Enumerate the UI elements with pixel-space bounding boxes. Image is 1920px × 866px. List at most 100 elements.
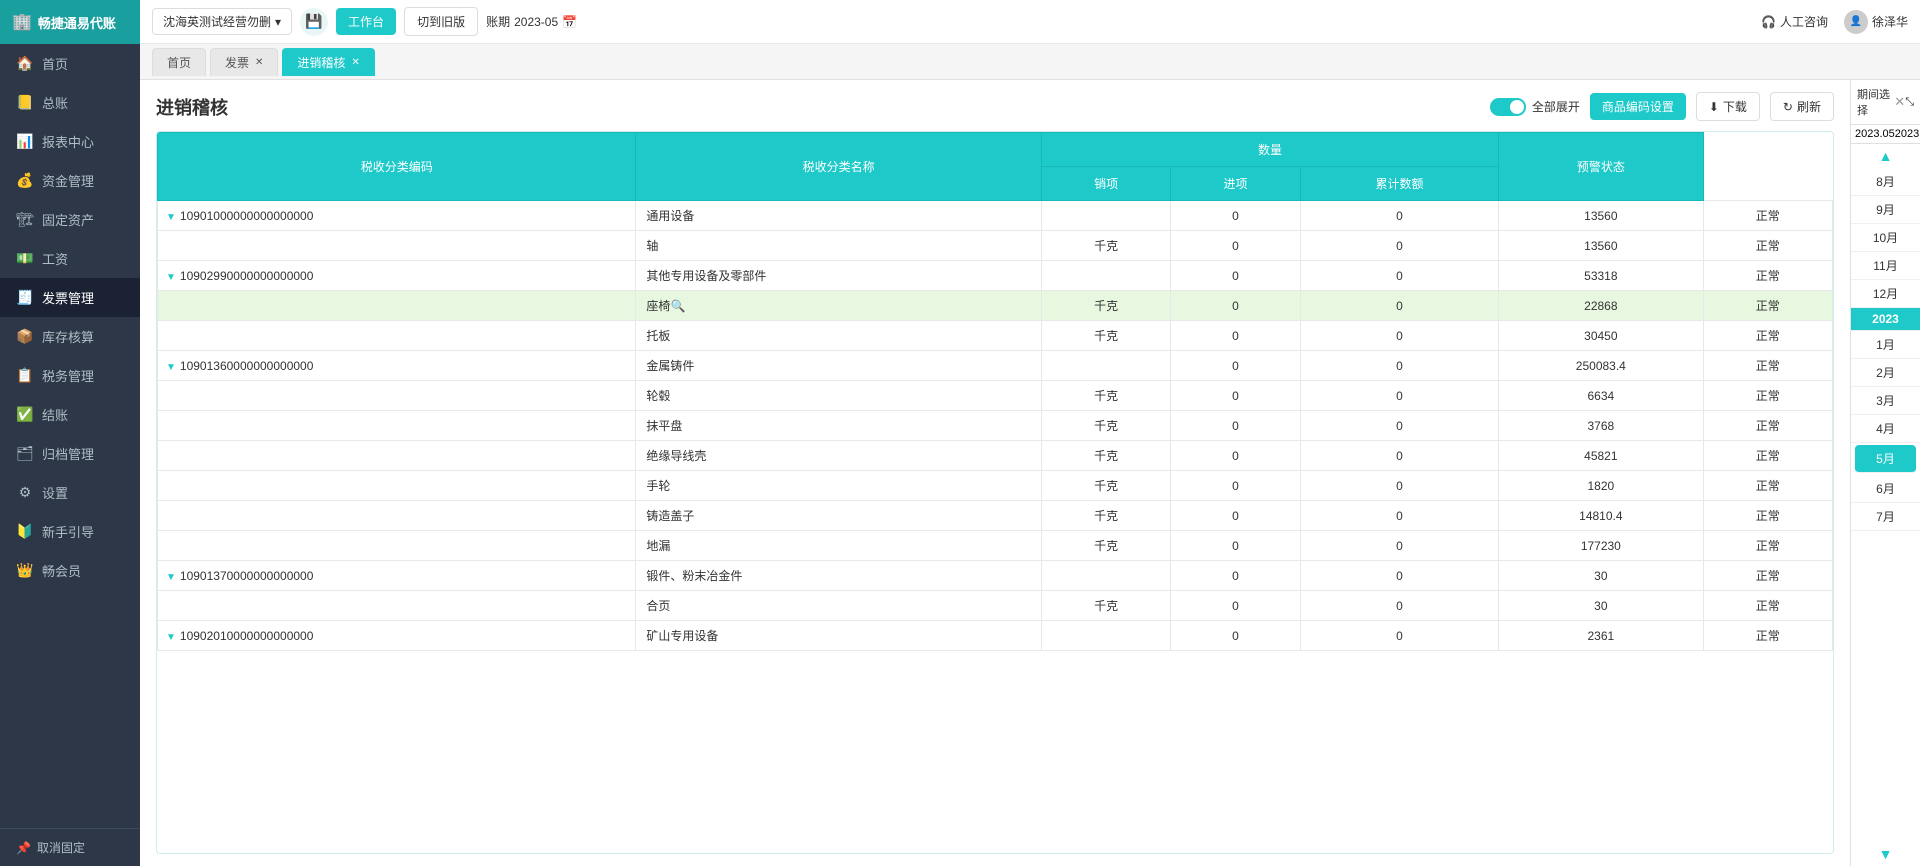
cell-status: 正常 xyxy=(1703,321,1833,351)
app-name: 畅捷通易代账 xyxy=(38,13,116,32)
switch-version-button[interactable]: 切到旧版 xyxy=(404,7,478,36)
workbench-button[interactable]: 工作台 xyxy=(336,8,396,35)
sidebar-item-guide[interactable]: 🔰 新手引导 xyxy=(0,512,140,551)
sidebar-item-settings[interactable]: ⚙ 设置 xyxy=(0,473,140,512)
tab-reconcile-close[interactable]: ✕ xyxy=(351,57,359,68)
cell-purchase: 0 xyxy=(1300,621,1498,651)
sidebar-item-label: 设置 xyxy=(42,483,68,502)
cell-total: 30 xyxy=(1499,561,1703,591)
period-month-5[interactable]: 5月 xyxy=(1855,445,1916,473)
tab-reconcile[interactable]: 进销稽核 ✕ xyxy=(282,48,374,76)
sidebar-item-archive[interactable]: 🗂 归档管理 xyxy=(0,434,140,473)
th-quantity: 数量 xyxy=(1041,133,1498,167)
page-header: 进销稽核 全部展开 商品编码设置 ⬇ 下载 ↻ 刷 xyxy=(156,92,1834,121)
cell-purchase: 0 xyxy=(1300,381,1498,411)
tab-invoice-close[interactable]: ✕ xyxy=(255,57,263,68)
sidebar-item-label: 畅会员 xyxy=(42,561,81,580)
content-main: 进销稽核 全部展开 商品编码设置 ⬇ 下载 ↻ 刷 xyxy=(140,80,1850,866)
period-month-9[interactable]: 9月 xyxy=(1851,196,1920,224)
user-button[interactable]: 👤 徐泽华 xyxy=(1844,10,1908,34)
save-icon-btn[interactable]: 💾 xyxy=(300,8,328,36)
cell-status: 正常 xyxy=(1703,291,1833,321)
cell-purchase: 0 xyxy=(1300,291,1498,321)
sidebar-item-tax[interactable]: 📋 税务管理 xyxy=(0,356,140,395)
sidebar-item-funds[interactable]: 💰 资金管理 xyxy=(0,161,140,200)
cell-name: 金属铸件 xyxy=(636,351,1041,381)
service-label: 人工咨询 xyxy=(1780,13,1828,30)
cell-status: 正常 xyxy=(1703,621,1833,651)
period-month-6[interactable]: 6月 xyxy=(1851,475,1920,503)
cell-sales: 0 xyxy=(1171,231,1300,261)
tab-invoice[interactable]: 发票 ✕ xyxy=(210,48,278,76)
expand-icon[interactable]: ⤡ xyxy=(1905,96,1914,109)
company-select[interactable]: 沈海英测试经营勿删 ▾ xyxy=(152,8,292,35)
cell-total: 30 xyxy=(1499,591,1703,621)
sidebar-footer[interactable]: 📌 取消固定 xyxy=(0,828,140,866)
refresh-icon: ↻ xyxy=(1783,100,1793,114)
period-month-11[interactable]: 11月 xyxy=(1851,252,1920,280)
assets-icon: 🏗 xyxy=(16,211,34,228)
sidebar-item-inventory[interactable]: 📦 库存核算 xyxy=(0,317,140,356)
period-close-button[interactable]: ✕ xyxy=(1894,94,1905,110)
period-month-10[interactable]: 10月 xyxy=(1851,224,1920,252)
cell-purchase: 0 xyxy=(1300,321,1498,351)
sidebar-item-home[interactable]: 🏠 首页 xyxy=(0,44,140,83)
period-month-1[interactable]: 1月 xyxy=(1851,331,1920,359)
period-year-2023: 2023 xyxy=(1851,308,1920,331)
service-button[interactable]: 🎧 人工咨询 xyxy=(1761,13,1828,30)
cell-purchase: 0 xyxy=(1300,231,1498,261)
search-cell-icon[interactable]: 🔍 xyxy=(670,299,685,313)
period-month-8[interactable]: 8月 xyxy=(1851,168,1920,196)
product-code-button[interactable]: 商品编码设置 xyxy=(1590,93,1686,120)
cell-code xyxy=(158,231,636,261)
cell-unit xyxy=(1041,621,1170,651)
cell-total: 45821 xyxy=(1499,441,1703,471)
sidebar-item-assets[interactable]: 🏗 固定资产 xyxy=(0,200,140,239)
refresh-button[interactable]: ↻ 刷新 xyxy=(1770,92,1834,121)
cell-sales: 0 xyxy=(1171,411,1300,441)
sidebar-item-settlement[interactable]: ✅ 结账 xyxy=(0,395,140,434)
cell-sales: 0 xyxy=(1171,621,1300,651)
cell-purchase: 0 xyxy=(1300,261,1498,291)
period-month-2[interactable]: 2月 xyxy=(1851,359,1920,387)
sidebar-item-label: 总账 xyxy=(42,93,68,112)
company-name: 沈海英测试经营勿删 xyxy=(163,13,271,30)
cell-total: 177230 xyxy=(1499,531,1703,561)
period-month-4[interactable]: 4月 xyxy=(1851,415,1920,443)
table-row: 手轮 千克 0 0 1820 正常 xyxy=(158,471,1833,501)
table-row: 铸造盖子 千克 0 0 14810.4 正常 xyxy=(158,501,1833,531)
sidebar-item-reports[interactable]: 📊 报表中心 xyxy=(0,122,140,161)
cell-sales: 0 xyxy=(1171,471,1300,501)
th-status: 预警状态 xyxy=(1499,133,1703,201)
period-month-list: 8月 9月 10月 11月 12月 2023 1月 2月 3月 4月 5月 6月… xyxy=(1851,168,1920,842)
reconcile-table: 税收分类编码 税收分类名称 数量 预警状态 销项 进项 累计数额 ▼10 xyxy=(157,132,1833,651)
cell-name: 地漏 xyxy=(636,531,1041,561)
cell-purchase: 0 xyxy=(1300,471,1498,501)
table-row: 托板 千克 0 0 30450 正常 xyxy=(158,321,1833,351)
period-month-3[interactable]: 3月 xyxy=(1851,387,1920,415)
cell-status: 正常 xyxy=(1703,351,1833,381)
period-month-7[interactable]: 7月 xyxy=(1851,503,1920,531)
period-month-12[interactable]: 12月 xyxy=(1851,280,1920,308)
sidebar-item-ledger[interactable]: 📒 总账 xyxy=(0,83,140,122)
download-button[interactable]: ⬇ 下载 xyxy=(1696,92,1760,121)
tabs-bar: 首页 发票 ✕ 进销稽核 ✕ xyxy=(140,44,1920,80)
period-down-button[interactable]: ▼ xyxy=(1851,842,1920,866)
cell-total: 13560 xyxy=(1499,231,1703,261)
sidebar-item-payroll[interactable]: 💵 工资 xyxy=(0,239,140,278)
table-row: 轮毂 千克 0 0 6634 正常 xyxy=(158,381,1833,411)
expand-toggle[interactable]: 全部展开 xyxy=(1490,98,1580,116)
period-up-button[interactable]: ▲ xyxy=(1851,144,1920,168)
sidebar-item-label: 工资 xyxy=(42,249,68,268)
sidebar-item-member[interactable]: 👑 畅会员 xyxy=(0,551,140,590)
sidebar-item-invoice[interactable]: 🧾 发票管理 xyxy=(0,278,140,317)
payroll-icon: 💵 xyxy=(16,250,34,267)
cell-total: 53318 xyxy=(1499,261,1703,291)
table-row: ▼10901360000000000000 金属铸件 0 0 250083.4 … xyxy=(158,351,1833,381)
cell-unit: 千克 xyxy=(1041,531,1170,561)
cell-unit xyxy=(1041,351,1170,381)
tab-home[interactable]: 首页 xyxy=(152,48,206,76)
toggle-track[interactable] xyxy=(1490,98,1526,116)
cell-status: 正常 xyxy=(1703,261,1833,291)
cell-total: 3768 xyxy=(1499,411,1703,441)
